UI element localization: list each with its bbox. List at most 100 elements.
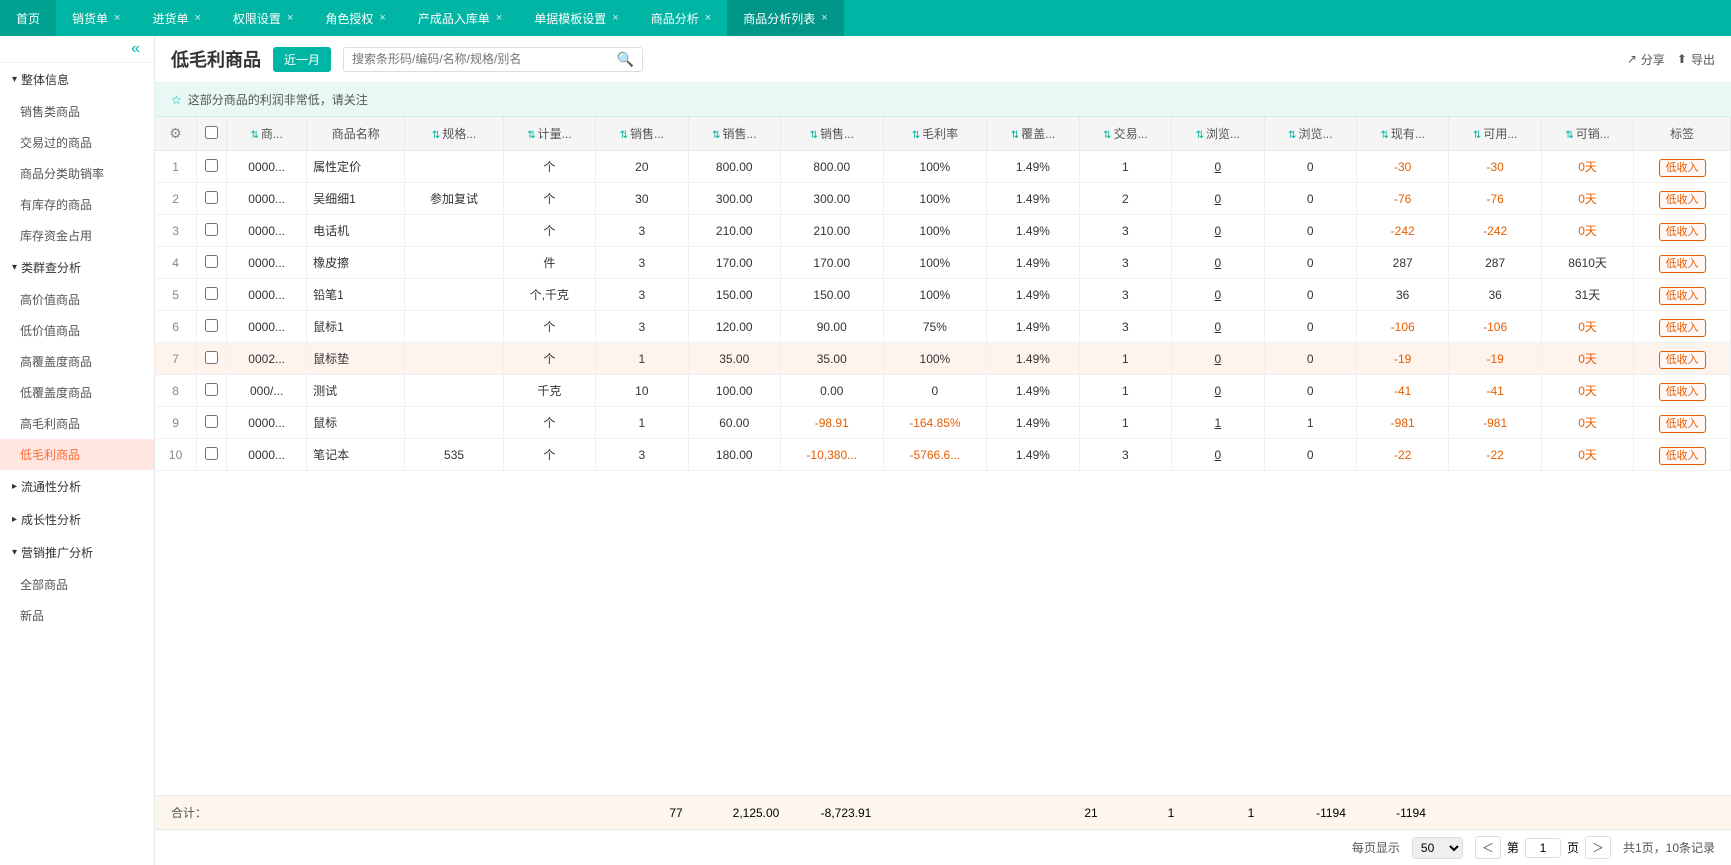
select-all-checkbox[interactable]: [205, 126, 218, 139]
row-view1[interactable]: 0: [1172, 215, 1264, 247]
collapse-sidebar-button[interactable]: «: [131, 40, 140, 58]
sidebar-item-category-rate[interactable]: 商品分类助销率: [0, 158, 154, 189]
close-icon[interactable]: ×: [705, 12, 711, 24]
row-view1[interactable]: 1: [1172, 407, 1264, 439]
col-code[interactable]: ⇅商...: [227, 117, 307, 151]
nav-product-analysis[interactable]: 商品分析 ×: [635, 0, 727, 36]
nav-permissions[interactable]: 权限设置 ×: [217, 0, 309, 36]
row-checkbox[interactable]: [197, 151, 227, 183]
tag-badge: 低收入: [1659, 287, 1706, 305]
sidebar-group-cluster[interactable]: ▾ 类群查分析: [0, 251, 154, 284]
sidebar-item-sales-goods[interactable]: 销售类商品: [0, 96, 154, 127]
close-icon[interactable]: ×: [821, 12, 827, 24]
next-page-button[interactable]: ＞: [1585, 836, 1611, 859]
nav-product-storage[interactable]: 产成品入库单 ×: [402, 0, 518, 36]
col-current-stock[interactable]: ⇅现有...: [1356, 117, 1448, 151]
col-view1[interactable]: ⇅浏览...: [1172, 117, 1264, 151]
row-view1[interactable]: 0: [1172, 343, 1264, 375]
sidebar-item-all-goods[interactable]: 全部商品: [0, 569, 154, 600]
row-name: 橡皮擦: [307, 247, 405, 279]
close-icon[interactable]: ×: [612, 12, 618, 24]
nav-sales-order[interactable]: 销货单 ×: [56, 0, 136, 36]
per-page-select[interactable]: 50 100 200: [1412, 837, 1463, 859]
filter-recent-month-button[interactable]: 近一月: [273, 47, 331, 72]
sidebar-item-stock-capital[interactable]: 库存资金占用: [0, 220, 154, 251]
row-view2: 0: [1264, 279, 1356, 311]
row-spec: [405, 407, 503, 439]
top-navigation: 首页 销货单 × 进货单 × 权限设置 × 角色授权 × 产成品入库单 × 单据…: [0, 0, 1731, 36]
tag-badge: 低收入: [1659, 383, 1706, 401]
sidebar-item-low-margin[interactable]: 低毛利商品: [0, 439, 154, 470]
prev-page-button[interactable]: ＜: [1475, 836, 1501, 859]
row-checkbox[interactable]: [197, 311, 227, 343]
col-unit[interactable]: ⇅计量...: [503, 117, 595, 151]
row-tag: 低收入: [1634, 311, 1731, 343]
sidebar-group-marketing[interactable]: ▾ 营销推广分析: [0, 536, 154, 569]
row-available: -22: [1449, 439, 1541, 471]
col-saleable[interactable]: ⇅可销...: [1541, 117, 1633, 151]
row-view1[interactable]: 0: [1172, 311, 1264, 343]
sidebar-item-high-coverage[interactable]: 高覆盖度商品: [0, 346, 154, 377]
search-box: 🔍: [343, 47, 643, 72]
row-view1[interactable]: 0: [1172, 439, 1264, 471]
row-checkbox[interactable]: [197, 439, 227, 471]
col-trade[interactable]: ⇅交易...: [1079, 117, 1171, 151]
nav-product-analysis-list[interactable]: 商品分析列表 ×: [727, 0, 843, 36]
row-view1[interactable]: 0: [1172, 247, 1264, 279]
sidebar-item-low-value[interactable]: 低价值商品: [0, 315, 154, 346]
sidebar-item-new-goods[interactable]: 新品: [0, 600, 154, 631]
row-tag: 低收入: [1634, 247, 1731, 279]
col-coverage[interactable]: ⇅覆盖...: [987, 117, 1079, 151]
row-checkbox[interactable]: [197, 375, 227, 407]
row-checkbox[interactable]: [197, 407, 227, 439]
sidebar-group-overall[interactable]: ▾ 整体信息: [0, 63, 154, 96]
sidebar-group-circulation[interactable]: ▸ 流通性分析: [0, 470, 154, 503]
share-button[interactable]: ↗ 分享: [1627, 51, 1665, 68]
search-input[interactable]: [352, 52, 611, 66]
row-view1[interactable]: 0: [1172, 183, 1264, 215]
col-view2[interactable]: ⇅浏览...: [1264, 117, 1356, 151]
close-icon[interactable]: ×: [287, 12, 293, 24]
row-checkbox[interactable]: [197, 343, 227, 375]
search-icon[interactable]: 🔍: [617, 51, 634, 68]
sidebar-item-low-coverage[interactable]: 低覆盖度商品: [0, 377, 154, 408]
row-view1[interactable]: 0: [1172, 151, 1264, 183]
current-page-input[interactable]: [1525, 838, 1561, 858]
row-sales-price: 300.00: [688, 183, 780, 215]
col-sales-price[interactable]: ⇅销售...: [688, 117, 780, 151]
col-available[interactable]: ⇅可用...: [1449, 117, 1541, 151]
row-checkbox[interactable]: [197, 279, 227, 311]
row-available: -41: [1449, 375, 1541, 407]
row-view1[interactable]: 0: [1172, 375, 1264, 407]
close-icon[interactable]: ×: [114, 12, 120, 24]
sidebar-item-high-value[interactable]: 高价值商品: [0, 284, 154, 315]
row-saleable-days: 0天: [1541, 183, 1633, 215]
col-sales-profit[interactable]: ⇅销售...: [780, 117, 883, 151]
close-icon[interactable]: ×: [496, 12, 502, 24]
export-button[interactable]: ⬆ 导出: [1677, 51, 1715, 68]
row-view1[interactable]: 0: [1172, 279, 1264, 311]
row-sales-profit: -98.91: [780, 407, 883, 439]
row-gross-rate: 100%: [883, 247, 987, 279]
col-sales-qty[interactable]: ⇅销售...: [596, 117, 688, 151]
col-spec[interactable]: ⇅规格...: [405, 117, 503, 151]
row-checkbox[interactable]: [197, 215, 227, 247]
sidebar-item-traded-goods[interactable]: 交易过的商品: [0, 127, 154, 158]
close-icon[interactable]: ×: [194, 12, 200, 24]
col-gross-rate[interactable]: ⇅毛利率: [883, 117, 987, 151]
row-view2: 0: [1264, 375, 1356, 407]
sidebar-item-high-margin[interactable]: 高毛利商品: [0, 408, 154, 439]
sidebar-group-growth[interactable]: ▸ 成长性分析: [0, 503, 154, 536]
nav-template-settings[interactable]: 单据模板设置 ×: [518, 0, 634, 36]
row-coverage: 1.49%: [987, 151, 1079, 183]
sidebar-item-in-stock[interactable]: 有库存的商品: [0, 189, 154, 220]
row-checkbox[interactable]: [197, 183, 227, 215]
row-checkbox[interactable]: [197, 247, 227, 279]
nav-role-auth[interactable]: 角色授权 ×: [309, 0, 401, 36]
row-trade: 3: [1079, 439, 1171, 471]
settings-icon[interactable]: ⚙: [169, 125, 182, 141]
nav-home[interactable]: 首页: [0, 0, 56, 36]
nav-purchase-order[interactable]: 进货单 ×: [136, 0, 216, 36]
close-icon[interactable]: ×: [379, 12, 385, 24]
col-settings[interactable]: ⚙: [155, 117, 197, 151]
